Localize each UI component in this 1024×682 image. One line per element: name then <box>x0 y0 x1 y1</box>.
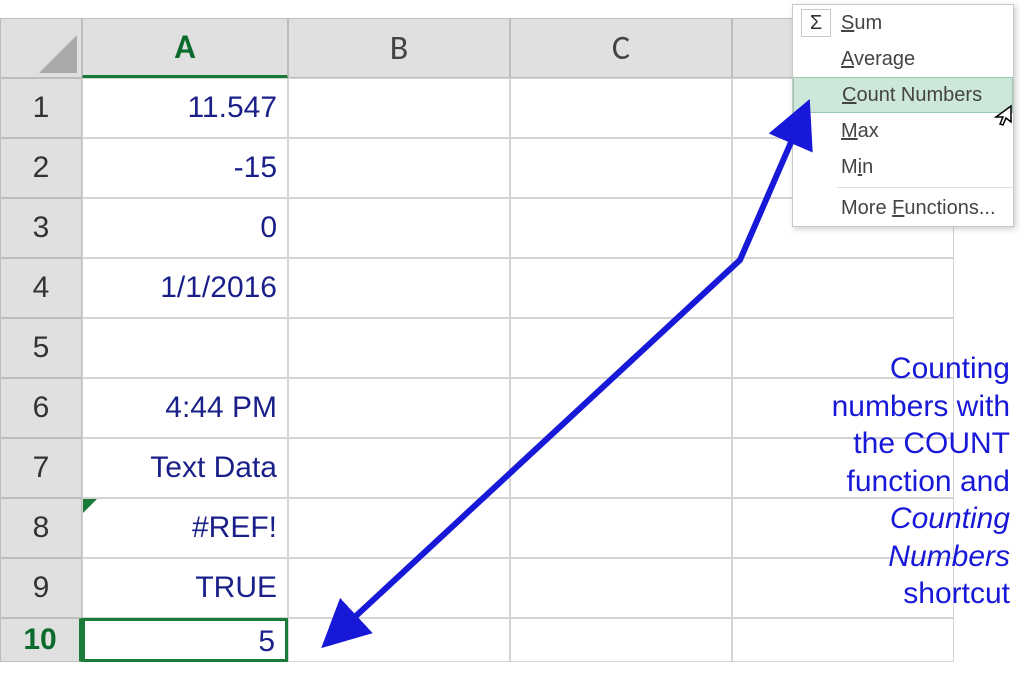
cell-b7[interactable] <box>288 438 510 498</box>
cell-b10[interactable] <box>288 618 510 662</box>
menu-label-count: Count Numbers <box>842 84 982 107</box>
cell-a10[interactable]: 5 <box>82 618 288 662</box>
menu-label-sum: Sum <box>841 12 882 35</box>
cell-d4[interactable] <box>732 258 954 318</box>
cell-b1[interactable] <box>288 78 510 138</box>
menu-label-more: More Functions... <box>841 197 996 220</box>
menu-item-max[interactable]: Max <box>793 113 1013 149</box>
col-header-a[interactable]: A <box>82 18 288 78</box>
sigma-icon: Σ <box>801 9 831 37</box>
row-header-3[interactable]: 3 <box>0 198 82 258</box>
cell-c4[interactable] <box>510 258 732 318</box>
cell-c3[interactable] <box>510 198 732 258</box>
cell-c10[interactable] <box>510 618 732 662</box>
cell-c1[interactable] <box>510 78 732 138</box>
cell-c9[interactable] <box>510 558 732 618</box>
cell-b2[interactable] <box>288 138 510 198</box>
row-header-6[interactable]: 6 <box>0 378 82 438</box>
row-header-5[interactable]: 5 <box>0 318 82 378</box>
row-header-7[interactable]: 7 <box>0 438 82 498</box>
menu-separator <box>837 187 1013 188</box>
cell-a9[interactable]: TRUE <box>82 558 288 618</box>
cell-d10[interactable] <box>732 618 954 662</box>
cell-a8[interactable]: #REF! <box>82 498 288 558</box>
cell-c2[interactable] <box>510 138 732 198</box>
cell-a3[interactable]: 0 <box>82 198 288 258</box>
annotation-text: Counting numbers with the COUNT function… <box>740 350 1010 613</box>
cell-c7[interactable] <box>510 438 732 498</box>
cell-b3[interactable] <box>288 198 510 258</box>
cell-c8[interactable] <box>510 498 732 558</box>
cell-b5[interactable] <box>288 318 510 378</box>
row-header-9[interactable]: 9 <box>0 558 82 618</box>
menu-label-average: Average <box>841 48 915 71</box>
cell-b6[interactable] <box>288 378 510 438</box>
cell-b9[interactable] <box>288 558 510 618</box>
menu-item-average[interactable]: Average <box>793 41 1013 77</box>
row-header-10[interactable]: 10 <box>0 618 82 662</box>
menu-label-max: Max <box>841 120 879 143</box>
menu-item-count-numbers[interactable]: Count Numbers <box>793 77 1013 113</box>
cell-a1[interactable]: 11.547 <box>82 78 288 138</box>
cell-a6[interactable]: 4:44 PM <box>82 378 288 438</box>
cell-b4[interactable] <box>288 258 510 318</box>
select-all-corner[interactable] <box>0 18 82 78</box>
cell-a5[interactable] <box>82 318 288 378</box>
menu-item-min[interactable]: Min <box>793 149 1013 185</box>
row-header-8[interactable]: 8 <box>0 498 82 558</box>
autosum-menu: Σ Sum Average Count Numbers Max Min More… <box>792 4 1014 227</box>
menu-label-min: Min <box>841 156 873 179</box>
row-header-4[interactable]: 4 <box>0 258 82 318</box>
mouse-cursor-icon <box>990 104 1014 135</box>
cell-a4[interactable]: 1/1/2016 <box>82 258 288 318</box>
menu-item-sum[interactable]: Σ Sum <box>793 5 1013 41</box>
cell-c5[interactable] <box>510 318 732 378</box>
menu-item-more-functions[interactable]: More Functions... <box>793 190 1013 226</box>
row-header-1[interactable]: 1 <box>0 78 82 138</box>
cell-a7[interactable]: Text Data <box>82 438 288 498</box>
cell-c6[interactable] <box>510 378 732 438</box>
row-header-2[interactable]: 2 <box>0 138 82 198</box>
cell-b8[interactable] <box>288 498 510 558</box>
col-header-b[interactable]: B <box>288 18 510 78</box>
cell-a2[interactable]: -15 <box>82 138 288 198</box>
col-header-c[interactable]: C <box>510 18 732 78</box>
